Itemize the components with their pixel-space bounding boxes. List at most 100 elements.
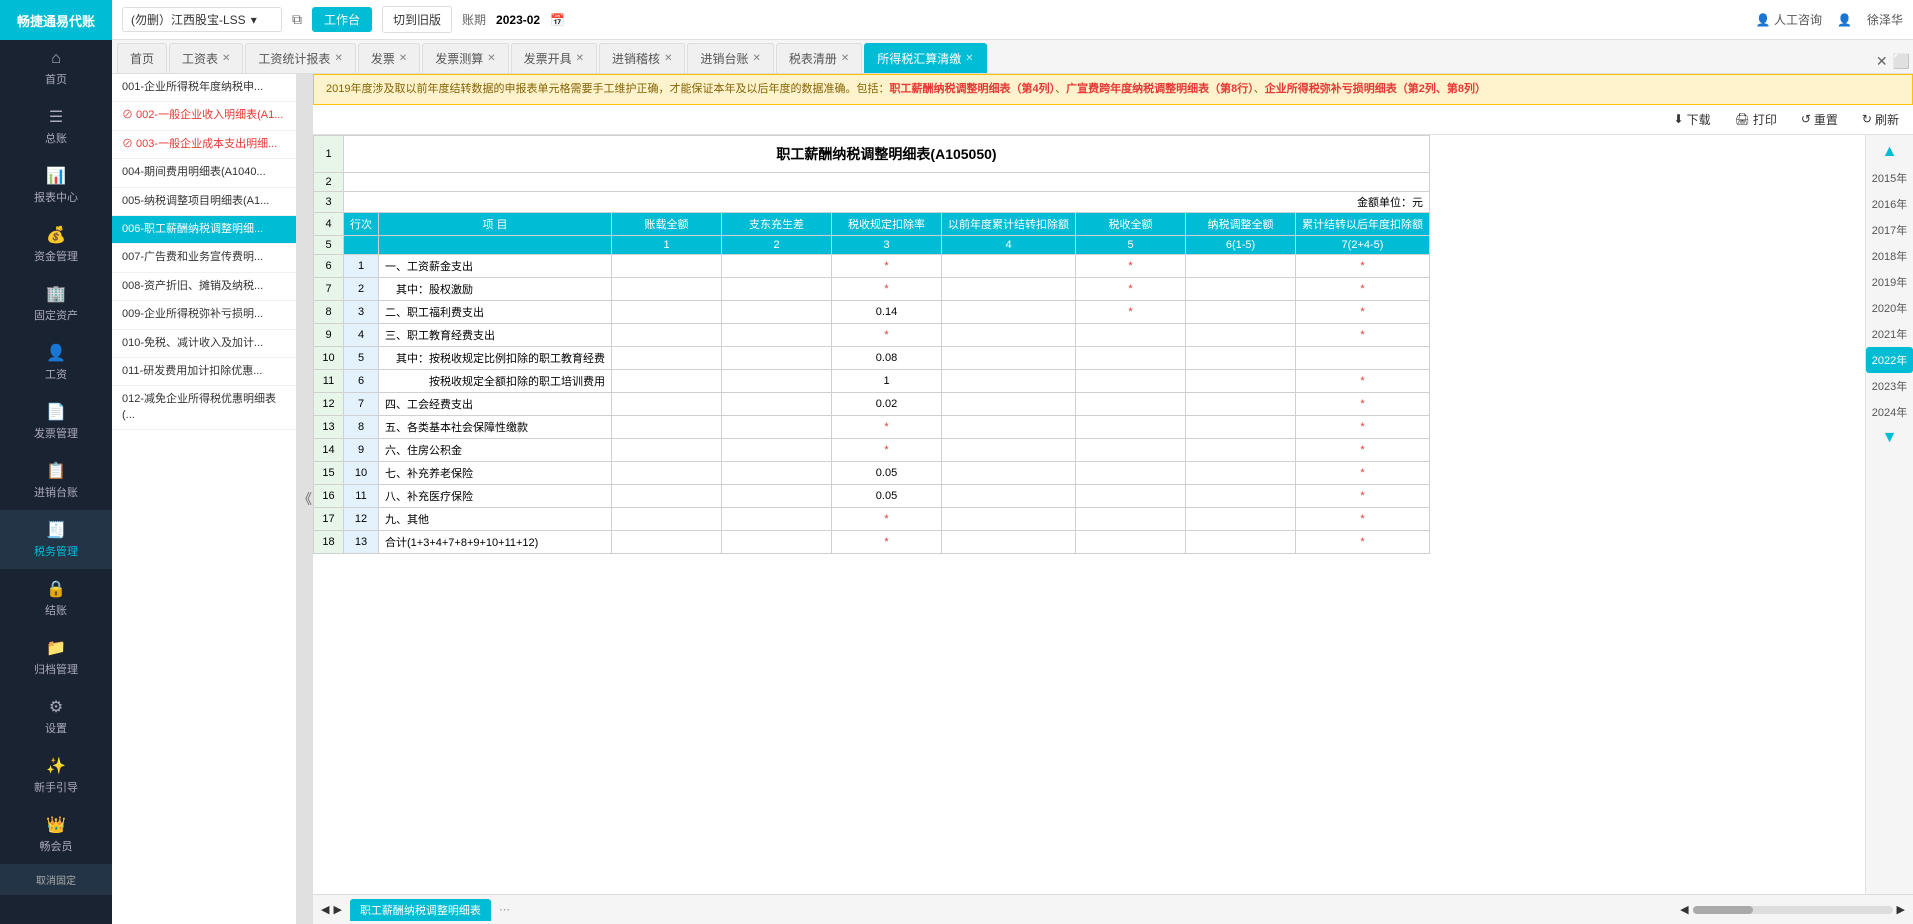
horizontal-scroll[interactable]: ◀ ▶ [1680, 903, 1905, 916]
settings-icon: ⚙ [49, 697, 63, 717]
refresh-btn[interactable]: ↻ 刷新 [1856, 109, 1905, 130]
col-E-num: 3 [832, 235, 942, 254]
support-link[interactable]: 👤 人工咨询 [1756, 11, 1822, 28]
tab-invoice-open[interactable]: 发票开具✕ [511, 43, 597, 73]
main-area: (勿删）江西股宝-LSS ▾ ⧉ 工作台 切到旧版 账期 2023-02 📅 👤… [112, 0, 1913, 924]
col-G-header: 税收全额 [1076, 212, 1186, 235]
sheet-area[interactable]: 1 职工薪酬纳税调整明细表(A105050) 2 3 金额 [313, 135, 1865, 895]
warning-text: 2019年度涉及取以前年度结转数据的申报表单元格需要手工维护正确，才能保证本年及… [326, 83, 1486, 95]
sales-icon: 📋 [46, 461, 66, 481]
list-item-007[interactable]: 007-广告费和业务宣传费明... [112, 244, 296, 272]
print-btn[interactable]: 🖨 打印 [1729, 109, 1783, 130]
sidebar-item-label: 新手引导 [34, 779, 78, 795]
scroll-right-btn[interactable]: ▶ [1897, 903, 1905, 916]
tab-payroll[interactable]: 工资表 ✕ [169, 43, 243, 73]
company-name: (勿删）江西股宝-LSS [131, 11, 246, 28]
year-2024[interactable]: 2024年 [1866, 399, 1913, 425]
oldver-button[interactable]: 切到旧版 [382, 6, 452, 33]
list-item-006[interactable]: 006-职工薪酬纳税调整明细... [112, 216, 296, 244]
year-2022[interactable]: 2022年 [1866, 347, 1913, 373]
sheet-options-icon[interactable]: ⋯ [499, 903, 510, 916]
sidebar-item-label: 工资 [45, 366, 67, 382]
col-C-header: 账载全额 [612, 212, 722, 235]
tab-invoice-calc[interactable]: 发票测算✕ [422, 43, 508, 73]
list-item-001[interactable]: 001-企业所得税年度纳税申... [112, 74, 296, 102]
year-2021[interactable]: 2021年 [1866, 321, 1913, 347]
year-up-btn[interactable]: ▲ [1878, 139, 1902, 165]
sidebar-item-home[interactable]: ⌂ 首页 [0, 40, 112, 97]
cancel-fixed-btn[interactable]: 取消固定 [0, 864, 112, 895]
tab-payroll-label: 工资表 [182, 50, 218, 67]
tab-income-tax[interactable]: 所得税汇算清缴✕ [864, 43, 986, 73]
list-item-009[interactable]: 009-企业所得税弥补亏损明... [112, 301, 296, 329]
sidebar-item-fixed-asset[interactable]: 🏢 固定资产 [0, 274, 112, 333]
year-2019[interactable]: 2019年 [1866, 269, 1913, 295]
next-sheet-btn[interactable]: ▶ [333, 903, 341, 916]
sidebar-item-sales[interactable]: 📋 进销台账 [0, 451, 112, 510]
tab-sales-ledger[interactable]: 进销台账 ✕ [687, 43, 773, 73]
list-item-003[interactable]: ⊘ 003-一般企业成本支出明细... [112, 131, 296, 159]
tab-tax-table[interactable]: 税表清册✕ [776, 43, 862, 73]
user-name[interactable]: 徐泽华 [1867, 11, 1903, 28]
sidebar-item-guide[interactable]: ✨ 新手引导 [0, 746, 112, 805]
sidebar-item-ledger[interactable]: ☰ 总账 [0, 97, 112, 156]
year-2015[interactable]: 2015年 [1866, 165, 1913, 191]
company-selector[interactable]: (勿删）江西股宝-LSS ▾ [122, 7, 282, 32]
sidebar-item-closing[interactable]: 🔒 结账 [0, 569, 112, 628]
sidebar-item-report[interactable]: 📊 报表中心 [0, 156, 112, 215]
sidebar-item-tax[interactable]: 🧾 税务管理 [0, 510, 112, 569]
list-item-010[interactable]: 010-免税、减计收入及加计... [112, 330, 296, 358]
copy-icon[interactable]: ⧉ [292, 11, 302, 28]
sidebar-item-label: 首页 [45, 71, 67, 87]
year-down-btn[interactable]: ▼ [1878, 425, 1902, 451]
prev-sheet-btn[interactable]: ◀ [321, 903, 329, 916]
tab-home[interactable]: 首页 [117, 43, 167, 73]
tab-income-tax-close[interactable]: ✕ [965, 53, 973, 64]
tab-invoice-open-close[interactable]: ✕ [576, 53, 584, 64]
tab-sales-ledger-label: 进销台账 [700, 50, 748, 67]
tab-payroll-stat[interactable]: 工资统计报表✕ [245, 43, 355, 73]
tab-audit-close[interactable]: ✕ [664, 53, 672, 64]
tab-audit[interactable]: 进销稽核 ✕ [599, 43, 685, 73]
payroll-icon: 👤 [46, 343, 66, 363]
tab-invoice[interactable]: 发票✕ [358, 43, 420, 73]
sidebar-item-invoice[interactable]: 📄 发票管理 [0, 392, 112, 451]
list-item-011[interactable]: 011-研发费用加计扣除优惠... [112, 358, 296, 386]
tab-sales-ledger-close[interactable]: ✕ [752, 53, 760, 64]
reset-btn[interactable]: ↺ 重置 [1795, 109, 1844, 130]
tax-icon: 🧾 [46, 520, 66, 540]
year-2020[interactable]: 2020年 [1866, 295, 1913, 321]
list-item-008[interactable]: 008-资产折旧、摊销及纳税... [112, 273, 296, 301]
year-2017[interactable]: 2017年 [1866, 217, 1913, 243]
download-btn[interactable]: ⬇ 下载 [1668, 109, 1717, 130]
tab-tax-table-close[interactable]: ✕ [841, 53, 849, 64]
sidebar-item-member[interactable]: 👑 畅会员 [0, 805, 112, 864]
year-2016[interactable]: 2016年 [1866, 191, 1913, 217]
sidebar-item-settings[interactable]: ⚙ 设置 [0, 687, 112, 746]
year-2023[interactable]: 2023年 [1866, 373, 1913, 399]
collapse-panel-btn[interactable]: 《 [297, 74, 313, 924]
user-avatar: 👤 [1837, 13, 1852, 27]
scroll-left-btn[interactable]: ◀ [1680, 903, 1688, 916]
workspace-button[interactable]: 工作台 [312, 7, 372, 32]
tab-maximize[interactable]: ⬜ [1893, 53, 1910, 70]
list-item-005[interactable]: 005-纳税调整项目明细表(A1... [112, 188, 296, 216]
bottom-sheet-tab[interactable]: 职工薪酬纳税调整明细表 [350, 899, 491, 921]
tab-audit-label: 进销稽核 [612, 50, 660, 67]
tab-close-all[interactable]: ✕ [1876, 53, 1888, 70]
tab-invoice-close[interactable]: ✕ [399, 53, 407, 64]
sidebar-item-asset-mgmt[interactable]: 💰 资金管理 [0, 215, 112, 274]
list-item-012[interactable]: 012-减免企业所得税优惠明细表(... [112, 386, 296, 430]
tab-payroll-close[interactable]: ✕ [222, 53, 230, 64]
year-2018[interactable]: 2018年 [1866, 243, 1913, 269]
download-label: 下载 [1687, 111, 1711, 128]
table-row: 13 8 五、各类基本社会保障性缴款 * * [314, 415, 1430, 438]
sidebar-item-payroll[interactable]: 👤 工资 [0, 333, 112, 392]
list-item-002[interactable]: ⊘ 002-一般企业收入明细表(A1... [112, 102, 296, 130]
tab-invoice-calc-close[interactable]: ✕ [487, 53, 495, 64]
list-item-004[interactable]: 004-期间费用明细表(A1040... [112, 159, 296, 187]
calendar-icon[interactable]: 📅 [550, 13, 565, 27]
sidebar-item-archive[interactable]: 📁 归档管理 [0, 628, 112, 687]
sidebar-item-label: 资金管理 [34, 248, 78, 264]
tab-payroll-stat-close[interactable]: ✕ [334, 53, 342, 64]
